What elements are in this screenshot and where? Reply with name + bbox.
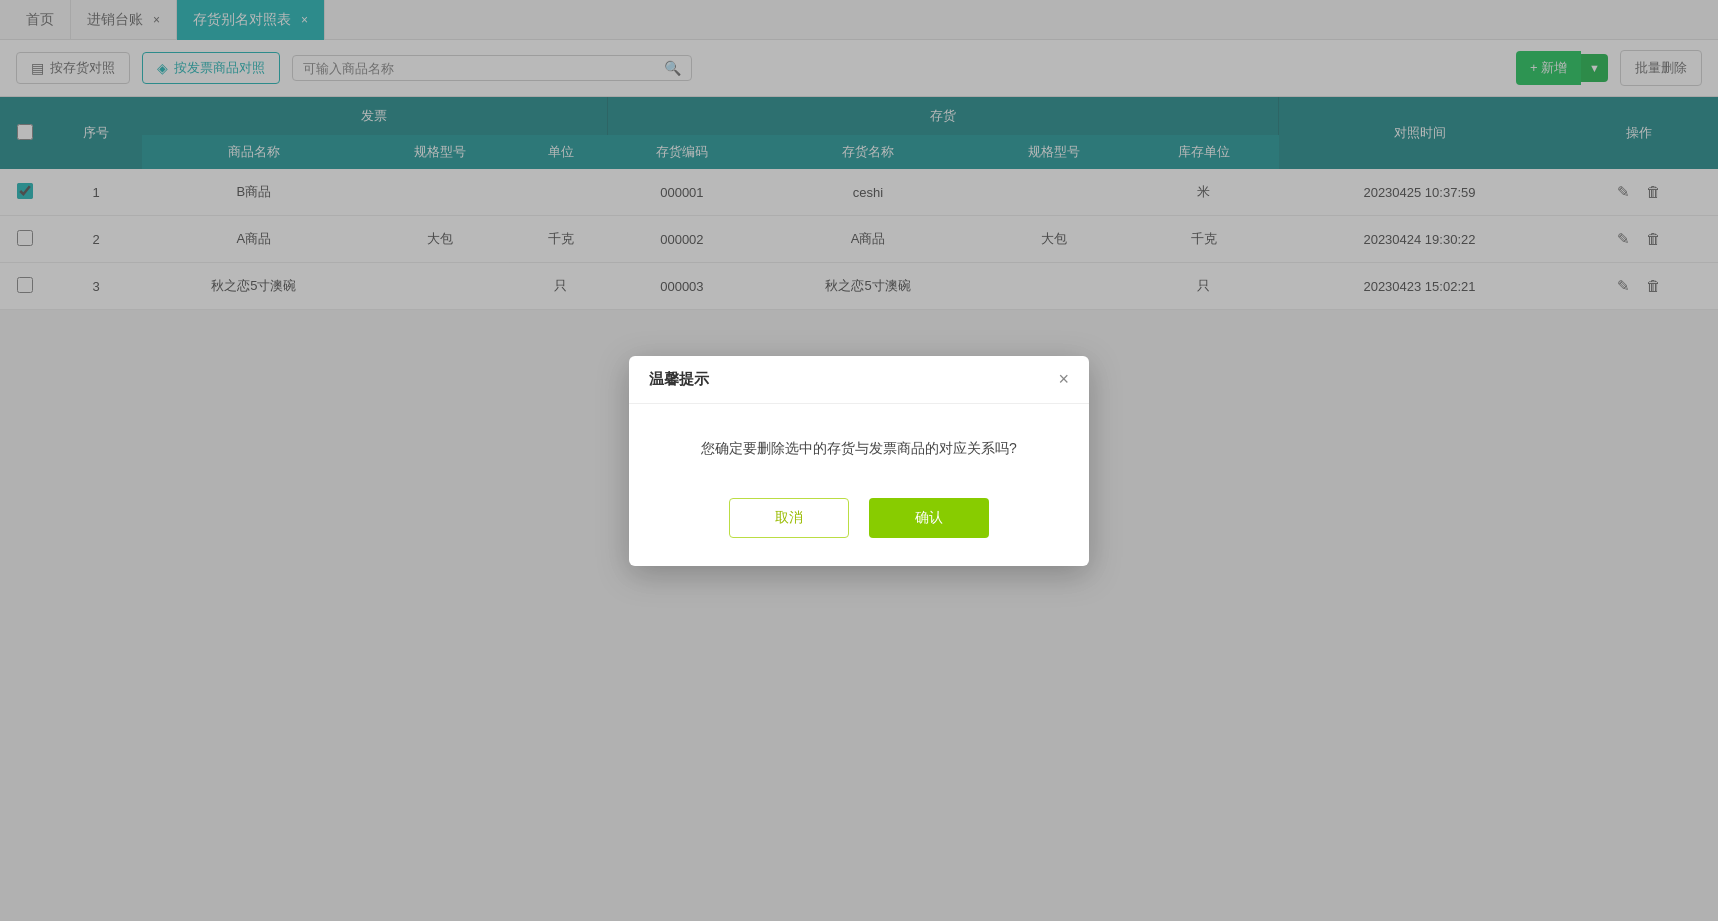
- dialog-overlay: 温馨提示 × 您确定要删除选中的存货与发票商品的对应关系吗? 取消 确认: [0, 0, 1718, 310]
